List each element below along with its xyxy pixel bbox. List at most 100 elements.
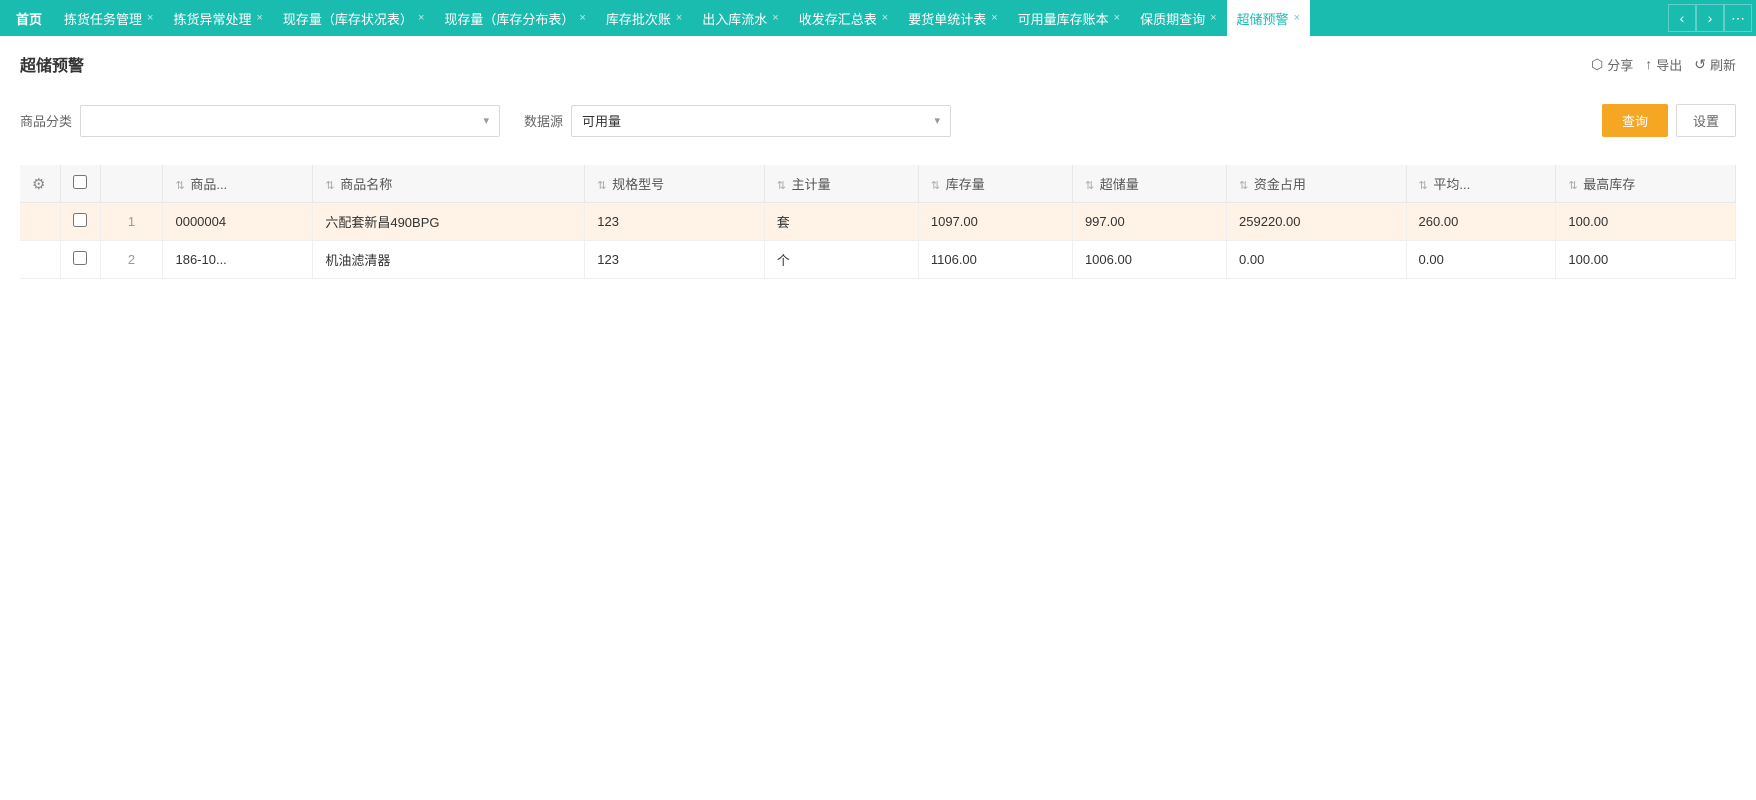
category-filter: 商品分类 ▾ bbox=[20, 105, 500, 137]
tab-label: 可用量库存账本 bbox=[1018, 9, 1109, 28]
tab-label: 出入库流水 bbox=[702, 9, 767, 28]
refresh-icon: ↺ bbox=[1694, 56, 1706, 73]
header-actions: ⬡ 分享 ↑ 导出 ↺ 刷新 bbox=[1591, 55, 1736, 74]
share-button[interactable]: ⬡ 分享 bbox=[1591, 55, 1633, 74]
sort-icon-capital[interactable]: ⇅ bbox=[1239, 180, 1248, 192]
row-stock: 1106.00 bbox=[918, 241, 1072, 279]
sort-icon-name[interactable]: ⇅ bbox=[325, 180, 334, 192]
tab-close-icon[interactable]: × bbox=[1210, 12, 1216, 24]
row-settings-cell bbox=[20, 203, 60, 241]
nav-prev-btn[interactable]: ‹ bbox=[1668, 4, 1696, 32]
nav-tab-tab-1[interactable]: 拣货任务管理× bbox=[54, 0, 163, 36]
sort-icon-unit[interactable]: ⇅ bbox=[777, 180, 786, 192]
sort-icon-stock[interactable]: ⇅ bbox=[931, 180, 940, 192]
data-table: ⚙ ⇅ 商品... ⇅ 商品名称 ⇅ 规格型号 bbox=[20, 165, 1736, 279]
tab-close-icon[interactable]: × bbox=[256, 12, 262, 24]
row-name: 机油滤清器 bbox=[313, 241, 585, 279]
table-body: 1 0000004 六配套新昌490BPG 123 套 1097.00 997.… bbox=[20, 203, 1736, 279]
col-name-header: ⇅ 商品名称 bbox=[313, 165, 585, 203]
tab-close-icon[interactable]: × bbox=[676, 12, 682, 24]
sort-icon-overflow[interactable]: ⇅ bbox=[1085, 180, 1094, 192]
refresh-label: 刷新 bbox=[1710, 55, 1736, 74]
tab-close-icon[interactable]: × bbox=[418, 12, 424, 24]
row-unit: 套 bbox=[764, 203, 918, 241]
col-spec-header: ⇅ 规格型号 bbox=[585, 165, 765, 203]
row-maxstock: 100.00 bbox=[1556, 203, 1736, 241]
col-maxstock-header: ⇅ 最高库存 bbox=[1556, 165, 1736, 203]
settings-button[interactable]: 设置 bbox=[1676, 104, 1736, 137]
col-avg-header: ⇅ 平均... bbox=[1406, 165, 1556, 203]
select-all-checkbox[interactable] bbox=[73, 175, 87, 189]
page-header: 超储预警 ⬡ 分享 ↑ 导出 ↺ 刷新 bbox=[20, 52, 1736, 76]
tab-close-icon[interactable]: × bbox=[1294, 12, 1300, 24]
tab-close-icon[interactable]: × bbox=[772, 12, 778, 24]
home-label: 首页 bbox=[16, 9, 42, 28]
row-overflow: 1006.00 bbox=[1072, 241, 1226, 279]
tab-close-icon[interactable]: × bbox=[1114, 12, 1120, 24]
row-number: 2 bbox=[100, 241, 163, 279]
col-check-header bbox=[60, 165, 100, 203]
col-settings-header: ⚙ bbox=[20, 165, 60, 203]
tab-close-icon[interactable]: × bbox=[147, 12, 153, 24]
nav-tab-tab-11[interactable]: 超储预警 × bbox=[1227, 0, 1310, 36]
col-code-header: ⇅ 商品... bbox=[163, 165, 313, 203]
nav-tab-tab-10[interactable]: 保质期查询 × bbox=[1130, 0, 1226, 36]
row-stock: 1097.00 bbox=[918, 203, 1072, 241]
tab-close-icon[interactable]: × bbox=[579, 12, 585, 24]
row-maxstock: 100.00 bbox=[1556, 241, 1736, 279]
export-label: 导出 bbox=[1656, 55, 1682, 74]
nav-tab-tab-8[interactable]: 要货单统计表× bbox=[898, 0, 1007, 36]
col-stock-header: ⇅ 库存量 bbox=[918, 165, 1072, 203]
share-label: 分享 bbox=[1607, 55, 1633, 74]
nav-tab-tab-2[interactable]: 拣货异常处理 × bbox=[163, 0, 272, 36]
filter-bar: 商品分类 ▾ 数据源 可用量 ▾ 查询 设置 bbox=[20, 92, 1736, 149]
datasource-label: 数据源 bbox=[524, 111, 563, 130]
category-select[interactable]: ▾ bbox=[80, 105, 500, 137]
query-button[interactable]: 查询 bbox=[1602, 104, 1668, 137]
col-overflow-header: ⇅ 超储量 bbox=[1072, 165, 1226, 203]
row-number: 1 bbox=[100, 203, 163, 241]
sort-icon-maxstock[interactable]: ⇅ bbox=[1568, 180, 1577, 192]
nav-tab-tab-6[interactable]: 出入库流水 × bbox=[692, 0, 788, 36]
settings-gear-icon[interactable]: ⚙ bbox=[32, 176, 45, 193]
row-check-cell bbox=[60, 203, 100, 241]
datasource-select[interactable]: 可用量 ▾ bbox=[571, 105, 951, 137]
nav-arrows: ‹ › ⋯ bbox=[1668, 4, 1752, 32]
refresh-button[interactable]: ↺ 刷新 bbox=[1694, 55, 1736, 74]
tab-label: 现存量（库存分布表） bbox=[444, 9, 574, 28]
col-unit-header: ⇅ 主计量 bbox=[764, 165, 918, 203]
row-checkbox[interactable] bbox=[73, 213, 87, 227]
row-spec: 123 bbox=[585, 241, 765, 279]
sort-icon-code[interactable]: ⇅ bbox=[175, 180, 184, 192]
tab-close-icon[interactable]: × bbox=[882, 12, 888, 24]
datasource-filter: 数据源 可用量 ▾ bbox=[524, 105, 951, 137]
sort-icon-spec[interactable]: ⇅ bbox=[597, 180, 606, 192]
tab-label: 保质期查询 bbox=[1140, 9, 1205, 28]
share-icon: ⬡ bbox=[1591, 56, 1603, 73]
row-avg: 260.00 bbox=[1406, 203, 1556, 241]
nav-tab-tab-4[interactable]: 现存量（库存分布表） × bbox=[434, 0, 595, 36]
page-title: 超储预警 bbox=[20, 52, 84, 76]
nav-next-btn[interactable]: › bbox=[1696, 4, 1724, 32]
row-spec: 123 bbox=[585, 203, 765, 241]
tab-label: 超储预警 bbox=[1237, 9, 1289, 28]
tab-label: 拣货异常处理 bbox=[173, 9, 251, 28]
row-checkbox[interactable] bbox=[73, 251, 87, 265]
table-row: 1 0000004 六配套新昌490BPG 123 套 1097.00 997.… bbox=[20, 203, 1736, 241]
tab-label: 库存批次账 bbox=[606, 9, 671, 28]
tab-close-icon[interactable]: × bbox=[991, 12, 997, 24]
nav-more-btn[interactable]: ⋯ bbox=[1724, 4, 1752, 32]
nav-tab-tab-3[interactable]: 现存量（库存状况表）× bbox=[273, 0, 434, 36]
row-unit: 个 bbox=[764, 241, 918, 279]
nav-tab-tab-5[interactable]: 库存批次账 × bbox=[596, 0, 692, 36]
row-code: 186-10... bbox=[163, 241, 313, 279]
nav-home[interactable]: 首页 bbox=[4, 0, 54, 36]
row-name: 六配套新昌490BPG bbox=[313, 203, 585, 241]
export-button[interactable]: ↑ 导出 bbox=[1645, 55, 1682, 74]
table-row: 2 186-10... 机油滤清器 123 个 1106.00 1006.00 … bbox=[20, 241, 1736, 279]
datasource-arrow-icon: ▾ bbox=[935, 114, 941, 127]
category-label: 商品分类 bbox=[20, 111, 72, 130]
sort-icon-avg[interactable]: ⇅ bbox=[1419, 180, 1428, 192]
nav-tab-tab-7[interactable]: 收发存汇总表× bbox=[789, 0, 898, 36]
nav-tab-tab-9[interactable]: 可用量库存账本 × bbox=[1008, 0, 1130, 36]
